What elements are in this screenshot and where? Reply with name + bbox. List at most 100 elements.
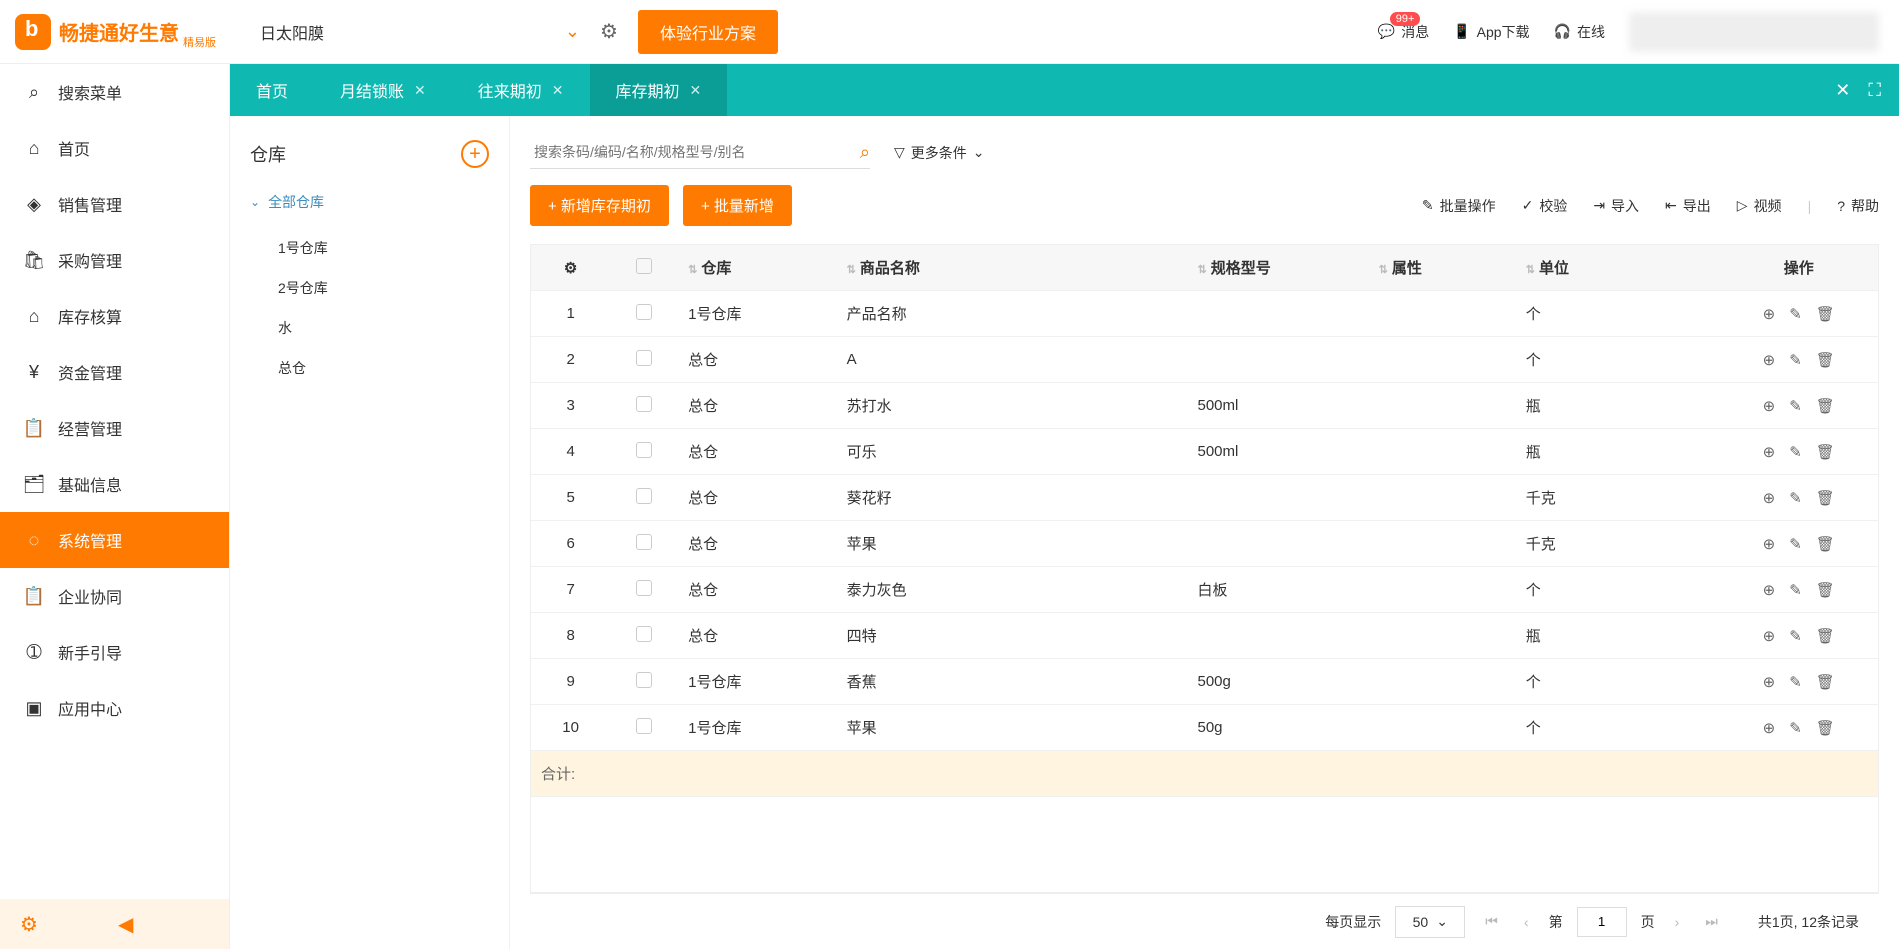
table-row[interactable]: 7 总仓 泰力灰色 白板 个 ⊕ ✎ 🗑: [531, 567, 1878, 613]
edit-icon[interactable]: ✎: [1789, 581, 1802, 599]
batch-ops-button[interactable]: ✎批量操作: [1422, 196, 1496, 216]
verify-button[interactable]: ✓校验: [1522, 196, 1568, 216]
video-button[interactable]: ▷视频: [1737, 196, 1782, 216]
tab-1[interactable]: 月结锁账✕: [314, 64, 452, 116]
sidebar-item-0[interactable]: ⌕搜索菜单: [0, 64, 229, 120]
col-warehouse[interactable]: ⇅仓库: [678, 245, 836, 291]
edit-icon[interactable]: ✎: [1789, 397, 1802, 415]
batch-add-button[interactable]: + 批量新增: [683, 185, 792, 226]
col-unit[interactable]: ⇅单位: [1516, 245, 1720, 291]
sidebar-item-9[interactable]: 📋企业协同: [0, 568, 229, 624]
prev-page-button[interactable]: ‹: [1518, 910, 1535, 934]
warehouse-item-2[interactable]: 水: [250, 308, 489, 348]
col-attr[interactable]: ⇅属性: [1369, 245, 1516, 291]
delete-icon[interactable]: 🗑: [1816, 627, 1835, 645]
col-name[interactable]: ⇅商品名称: [837, 245, 1188, 291]
delete-icon[interactable]: 🗑: [1816, 719, 1835, 737]
table-row[interactable]: 3 总仓 苏打水 500ml 瓶 ⊕ ✎ 🗑: [531, 383, 1878, 429]
sidebar-item-1[interactable]: ⌂首页: [0, 120, 229, 176]
table-row[interactable]: 6 总仓 苹果 千克 ⊕ ✎ 🗑: [531, 521, 1878, 567]
sidebar-item-5[interactable]: ¥资金管理: [0, 344, 229, 400]
copy-icon[interactable]: ⊕: [1763, 305, 1776, 323]
online-support-link[interactable]: 🎧 在线: [1554, 22, 1605, 42]
next-page-button[interactable]: ›: [1669, 910, 1686, 934]
delete-icon[interactable]: 🗑: [1816, 305, 1835, 323]
col-checkbox[interactable]: [610, 245, 678, 291]
edit-icon[interactable]: ✎: [1789, 673, 1802, 691]
messages-link[interactable]: 💬 消息 99+: [1378, 22, 1429, 42]
logo[interactable]: 畅捷通好生意 精易版: [0, 14, 230, 50]
delete-icon[interactable]: 🗑: [1816, 581, 1835, 599]
warehouse-item-3[interactable]: 总仓: [250, 348, 489, 388]
row-checkbox[interactable]: [610, 521, 678, 567]
tab-2[interactable]: 往来期初✕: [452, 64, 590, 116]
delete-icon[interactable]: 🗑: [1816, 397, 1835, 415]
cta-button[interactable]: 体验行业方案: [638, 10, 778, 54]
app-download-link[interactable]: 📱 App下载: [1453, 22, 1529, 42]
warehouse-item-1[interactable]: 2号仓库: [250, 268, 489, 308]
delete-icon[interactable]: 🗑: [1816, 535, 1835, 553]
edit-icon[interactable]: ✎: [1789, 351, 1802, 369]
copy-icon[interactable]: ⊕: [1763, 397, 1776, 415]
row-checkbox[interactable]: [610, 291, 678, 337]
edit-icon[interactable]: ✎: [1789, 719, 1802, 737]
sidebar-item-7[interactable]: 🗂基础信息: [0, 456, 229, 512]
close-icon[interactable]: ✕: [690, 82, 702, 99]
edit-icon[interactable]: ✎: [1789, 489, 1802, 507]
settings-icon[interactable]: ⚙: [20, 912, 38, 937]
search-input[interactable]: [530, 136, 860, 168]
tab-3[interactable]: 库存期初✕: [590, 64, 728, 116]
edit-icon[interactable]: ✎: [1789, 305, 1802, 323]
search-icon[interactable]: ⌕: [860, 142, 870, 163]
table-row[interactable]: 10 1号仓库 苹果 50g 个 ⊕ ✎ 🗑: [531, 705, 1878, 751]
import-button[interactable]: ⇥导入: [1593, 196, 1639, 216]
tab-0[interactable]: 首页: [230, 64, 314, 116]
table-row[interactable]: 5 总仓 葵花籽 千克 ⊕ ✎ 🗑: [531, 475, 1878, 521]
delete-icon[interactable]: 🗑: [1816, 673, 1835, 691]
row-checkbox[interactable]: [610, 429, 678, 475]
table-row[interactable]: 8 总仓 四特 瓶 ⊕ ✎ 🗑: [531, 613, 1878, 659]
col-gear[interactable]: ⚙: [531, 245, 610, 291]
copy-icon[interactable]: ⊕: [1763, 489, 1776, 507]
help-button[interactable]: ?帮助: [1837, 196, 1879, 216]
export-button[interactable]: ⇤导出: [1665, 196, 1711, 216]
row-checkbox[interactable]: [610, 613, 678, 659]
add-stock-button[interactable]: + 新增库存期初: [530, 185, 669, 226]
sidebar-item-11[interactable]: ▣应用中心: [0, 680, 229, 736]
edit-icon[interactable]: ✎: [1789, 627, 1802, 645]
row-checkbox[interactable]: [610, 337, 678, 383]
row-checkbox[interactable]: [610, 383, 678, 429]
first-page-button[interactable]: ⏮: [1479, 909, 1504, 934]
copy-icon[interactable]: ⊕: [1763, 719, 1776, 737]
table-row[interactable]: 4 总仓 可乐 500ml 瓶 ⊕ ✎ 🗑: [531, 429, 1878, 475]
copy-icon[interactable]: ⊕: [1763, 443, 1776, 461]
per-page-select[interactable]: 50 ⌄: [1395, 906, 1465, 938]
col-spec[interactable]: ⇅规格型号: [1188, 245, 1369, 291]
warehouse-tree-root[interactable]: ⌄ 全部仓库: [250, 192, 489, 212]
delete-icon[interactable]: 🗑: [1816, 351, 1835, 369]
close-icon[interactable]: ✕: [552, 82, 564, 99]
edit-icon[interactable]: ✎: [1789, 443, 1802, 461]
last-page-button[interactable]: ⏭: [1699, 909, 1724, 934]
fullscreen-icon[interactable]: ⛶: [1868, 80, 1881, 101]
avatar[interactable]: [1629, 12, 1879, 52]
gear-icon[interactable]: ⚙: [600, 19, 618, 44]
sidebar-item-10[interactable]: ➀新手引导: [0, 624, 229, 680]
sidebar-item-4[interactable]: ⌂库存核算: [0, 288, 229, 344]
row-checkbox[interactable]: [610, 475, 678, 521]
copy-icon[interactable]: ⊕: [1763, 535, 1776, 553]
delete-icon[interactable]: 🗑: [1816, 489, 1835, 507]
add-warehouse-button[interactable]: +: [461, 140, 489, 168]
delete-icon[interactable]: 🗑: [1816, 443, 1835, 461]
copy-icon[interactable]: ⊕: [1763, 627, 1776, 645]
close-all-icon[interactable]: ✕: [1835, 80, 1850, 101]
page-input[interactable]: [1577, 907, 1627, 937]
row-checkbox[interactable]: [610, 705, 678, 751]
collapse-icon[interactable]: ◀: [118, 912, 133, 937]
table-row[interactable]: 9 1号仓库 香蕉 500g 个 ⊕ ✎ 🗑: [531, 659, 1878, 705]
table-row[interactable]: 2 总仓 A 个 ⊕ ✎ 🗑: [531, 337, 1878, 383]
more-filter-button[interactable]: ▽ 更多条件 ⌄: [894, 143, 985, 163]
table-row[interactable]: 1 1号仓库 产品名称 个 ⊕ ✎ 🗑: [531, 291, 1878, 337]
close-icon[interactable]: ✕: [414, 82, 426, 99]
copy-icon[interactable]: ⊕: [1763, 351, 1776, 369]
